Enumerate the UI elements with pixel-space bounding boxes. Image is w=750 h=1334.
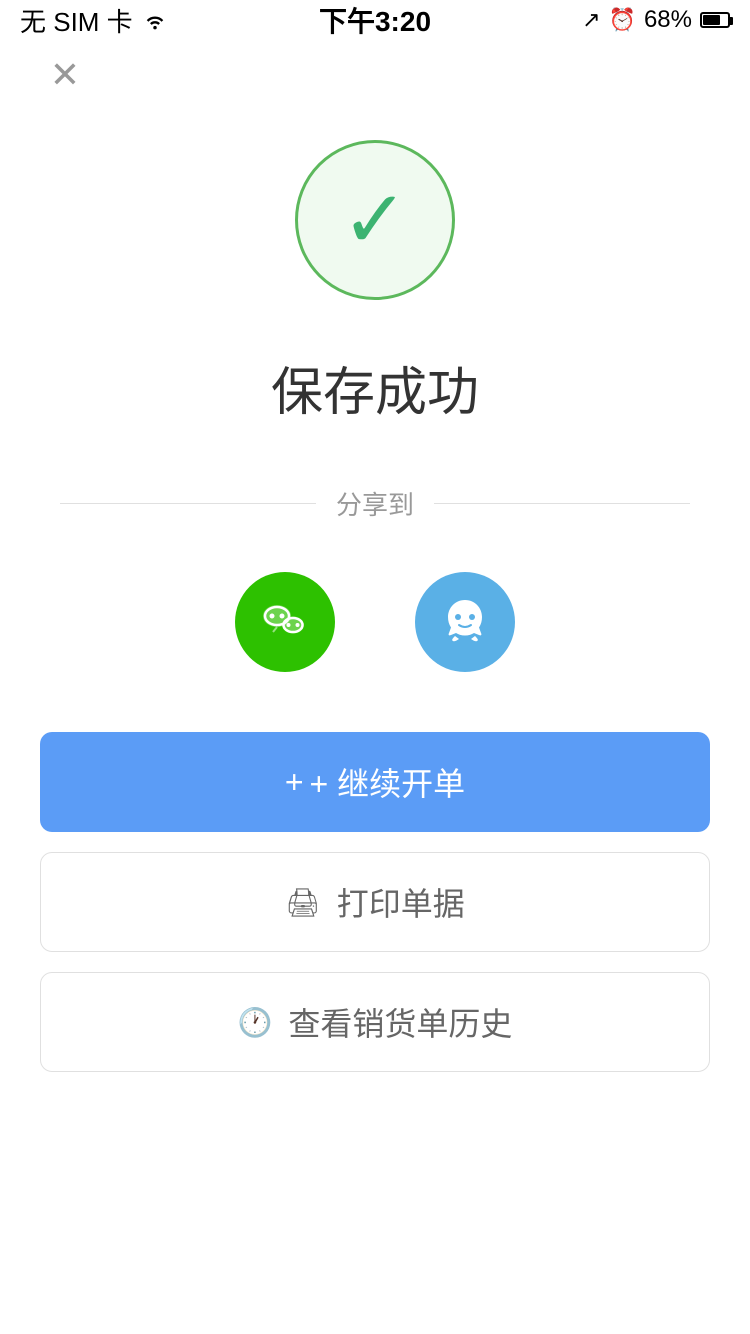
share-icons [0, 572, 750, 672]
continue-order-button[interactable]: + + 继续开单 [40, 732, 710, 832]
status-left: 无 SIM 卡 [20, 2, 169, 39]
action-buttons: + + 继续开单 🖨 打印单据 🕐 查看销货单历史 [0, 732, 750, 1072]
divider-left [60, 503, 316, 504]
plus-icon: + [285, 764, 304, 801]
print-receipt-button[interactable]: 🖨 打印单据 [40, 852, 710, 952]
checkmark-icon: ✓ [341, 180, 408, 260]
share-divider: 分享到 [0, 485, 750, 522]
sim-status: 无 SIM 卡 [20, 2, 133, 39]
print-receipt-label: 打印单据 [337, 879, 465, 925]
wifi-icon [141, 10, 169, 30]
qq-icon [435, 592, 495, 652]
share-label: 分享到 [316, 485, 434, 522]
status-right: ↗ ⏰ 68% [582, 6, 730, 34]
share-section: 分享到 [0, 485, 750, 672]
clock-icon: 🕐 [238, 1006, 273, 1039]
main-content: ✓ 保存成功 分享到 [0, 40, 750, 1072]
close-button[interactable]: ✕ [40, 50, 90, 100]
wechat-share-button[interactable] [235, 572, 335, 672]
wechat-icon [255, 592, 315, 652]
close-icon: ✕ [50, 54, 80, 96]
divider-right [434, 503, 690, 504]
success-circle: ✓ [295, 140, 455, 300]
qq-share-button[interactable] [415, 572, 515, 672]
alarm-icon: ⏰ [609, 7, 636, 33]
print-icon: 🖨 [285, 886, 321, 919]
location-icon: ↗ [582, 7, 600, 33]
view-history-button[interactable]: 🕐 查看销货单历史 [40, 972, 710, 1072]
battery-text: 68% [644, 6, 692, 34]
status-bar: 无 SIM 卡 下午3:20 ↗ ⏰ 68% [0, 0, 750, 40]
success-title: 保存成功 [271, 350, 479, 425]
continue-order-label: + 继续开单 [310, 759, 466, 805]
status-time: 下午3:20 [319, 0, 431, 40]
view-history-label: 查看销货单历史 [288, 999, 512, 1045]
battery-icon [700, 12, 730, 28]
